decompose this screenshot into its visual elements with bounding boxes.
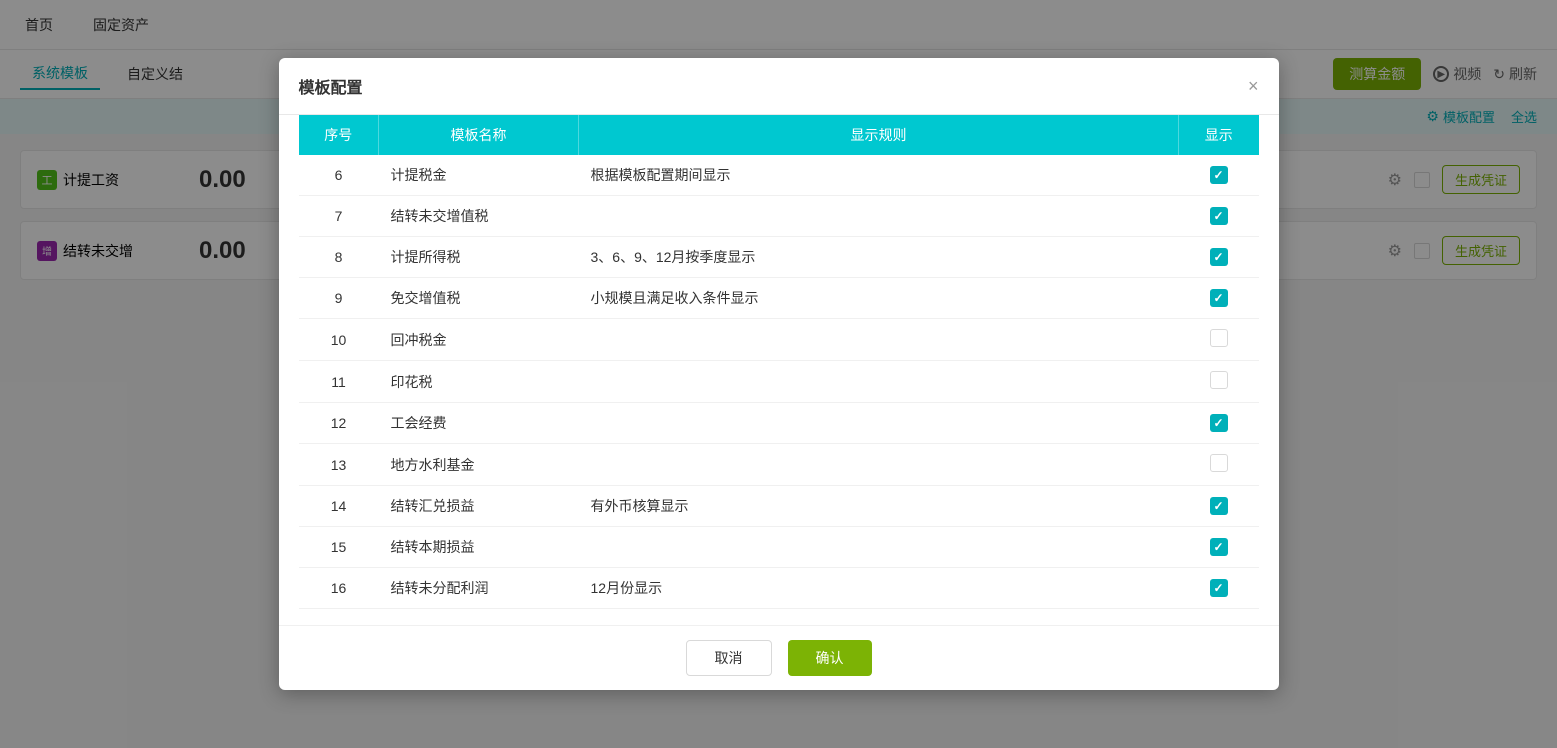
modal-footer: 取消 确认 xyxy=(279,625,1279,690)
row-rule-15 xyxy=(579,527,1179,568)
checkbox-checked-6[interactable] xyxy=(1210,166,1228,184)
checkbox-checked-7[interactable] xyxy=(1210,207,1228,225)
table-row: 14结转汇兑损益有外币核算显示 xyxy=(299,486,1259,527)
row-name-16: 结转未分配利润 xyxy=(379,568,579,609)
row-check-9[interactable] xyxy=(1179,278,1259,319)
row-id-8: 8 xyxy=(299,237,379,278)
row-check-7[interactable] xyxy=(1179,196,1259,237)
row-check-13[interactable] xyxy=(1179,444,1259,486)
row-check-16[interactable] xyxy=(1179,568,1259,609)
template-config-modal: 模板配置 × 序号 模板名称 显示规则 显示 6计提税金根据模板配置期间显示7结… xyxy=(279,58,1279,690)
table-row: 6计提税金根据模板配置期间显示 xyxy=(299,155,1259,196)
modal-title: 模板配置 xyxy=(299,74,363,98)
row-name-12: 工会经费 xyxy=(379,403,579,444)
row-rule-6: 根据模板配置期间显示 xyxy=(579,155,1179,196)
row-rule-16: 12月份显示 xyxy=(579,568,1179,609)
table-row: 7结转未交增值税 xyxy=(299,196,1259,237)
row-name-9: 免交增值税 xyxy=(379,278,579,319)
row-check-14[interactable] xyxy=(1179,486,1259,527)
row-id-10: 10 xyxy=(299,319,379,361)
row-id-15: 15 xyxy=(299,527,379,568)
confirm-button[interactable]: 确认 xyxy=(788,640,872,676)
checkbox-checked-9[interactable] xyxy=(1210,289,1228,307)
row-id-7: 7 xyxy=(299,196,379,237)
row-name-10: 回冲税金 xyxy=(379,319,579,361)
row-check-8[interactable] xyxy=(1179,237,1259,278)
checkbox-unchecked-11[interactable] xyxy=(1210,371,1228,389)
row-name-11: 印花税 xyxy=(379,361,579,403)
row-rule-13 xyxy=(579,444,1179,486)
row-rule-11 xyxy=(579,361,1179,403)
col-header-display: 显示 xyxy=(1179,115,1259,155)
col-header-rule: 显示规则 xyxy=(579,115,1179,155)
checkbox-checked-8[interactable] xyxy=(1210,248,1228,266)
row-rule-9: 小规模且满足收入条件显示 xyxy=(579,278,1179,319)
modal-close-button[interactable]: × xyxy=(1248,77,1259,95)
table-row: 15结转本期损益 xyxy=(299,527,1259,568)
row-rule-7 xyxy=(579,196,1179,237)
table-row: 12工会经费 xyxy=(299,403,1259,444)
col-header-name: 模板名称 xyxy=(379,115,579,155)
table-row: 13地方水利基金 xyxy=(299,444,1259,486)
row-check-15[interactable] xyxy=(1179,527,1259,568)
table-row: 9免交增值税小规模且满足收入条件显示 xyxy=(299,278,1259,319)
row-name-6: 计提税金 xyxy=(379,155,579,196)
row-id-16: 16 xyxy=(299,568,379,609)
checkbox-unchecked-10[interactable] xyxy=(1210,329,1228,347)
row-rule-10 xyxy=(579,319,1179,361)
checkbox-checked-15[interactable] xyxy=(1210,538,1228,556)
row-name-13: 地方水利基金 xyxy=(379,444,579,486)
row-id-6: 6 xyxy=(299,155,379,196)
row-rule-12 xyxy=(579,403,1179,444)
row-id-13: 13 xyxy=(299,444,379,486)
col-header-id: 序号 xyxy=(299,115,379,155)
row-check-10[interactable] xyxy=(1179,319,1259,361)
row-check-12[interactable] xyxy=(1179,403,1259,444)
table-row: 8计提所得税3、6、9、12月按季度显示 xyxy=(299,237,1259,278)
config-table: 序号 模板名称 显示规则 显示 6计提税金根据模板配置期间显示7结转未交增值税8… xyxy=(299,115,1259,609)
checkbox-checked-14[interactable] xyxy=(1210,497,1228,515)
modal-body: 序号 模板名称 显示规则 显示 6计提税金根据模板配置期间显示7结转未交增值税8… xyxy=(279,115,1279,625)
row-check-11[interactable] xyxy=(1179,361,1259,403)
row-name-14: 结转汇兑损益 xyxy=(379,486,579,527)
row-id-12: 12 xyxy=(299,403,379,444)
row-id-9: 9 xyxy=(299,278,379,319)
table-row: 11印花税 xyxy=(299,361,1259,403)
cancel-button[interactable]: 取消 xyxy=(686,640,772,676)
row-name-15: 结转本期损益 xyxy=(379,527,579,568)
checkbox-checked-16[interactable] xyxy=(1210,579,1228,597)
row-name-8: 计提所得税 xyxy=(379,237,579,278)
modal-header: 模板配置 × xyxy=(279,58,1279,115)
row-rule-14: 有外币核算显示 xyxy=(579,486,1179,527)
row-check-6[interactable] xyxy=(1179,155,1259,196)
table-row: 10回冲税金 xyxy=(299,319,1259,361)
checkbox-unchecked-13[interactable] xyxy=(1210,454,1228,472)
table-row: 16结转未分配利润12月份显示 xyxy=(299,568,1259,609)
row-rule-8: 3、6、9、12月按季度显示 xyxy=(579,237,1179,278)
row-id-11: 11 xyxy=(299,361,379,403)
row-name-7: 结转未交增值税 xyxy=(379,196,579,237)
row-id-14: 14 xyxy=(299,486,379,527)
checkbox-checked-12[interactable] xyxy=(1210,414,1228,432)
